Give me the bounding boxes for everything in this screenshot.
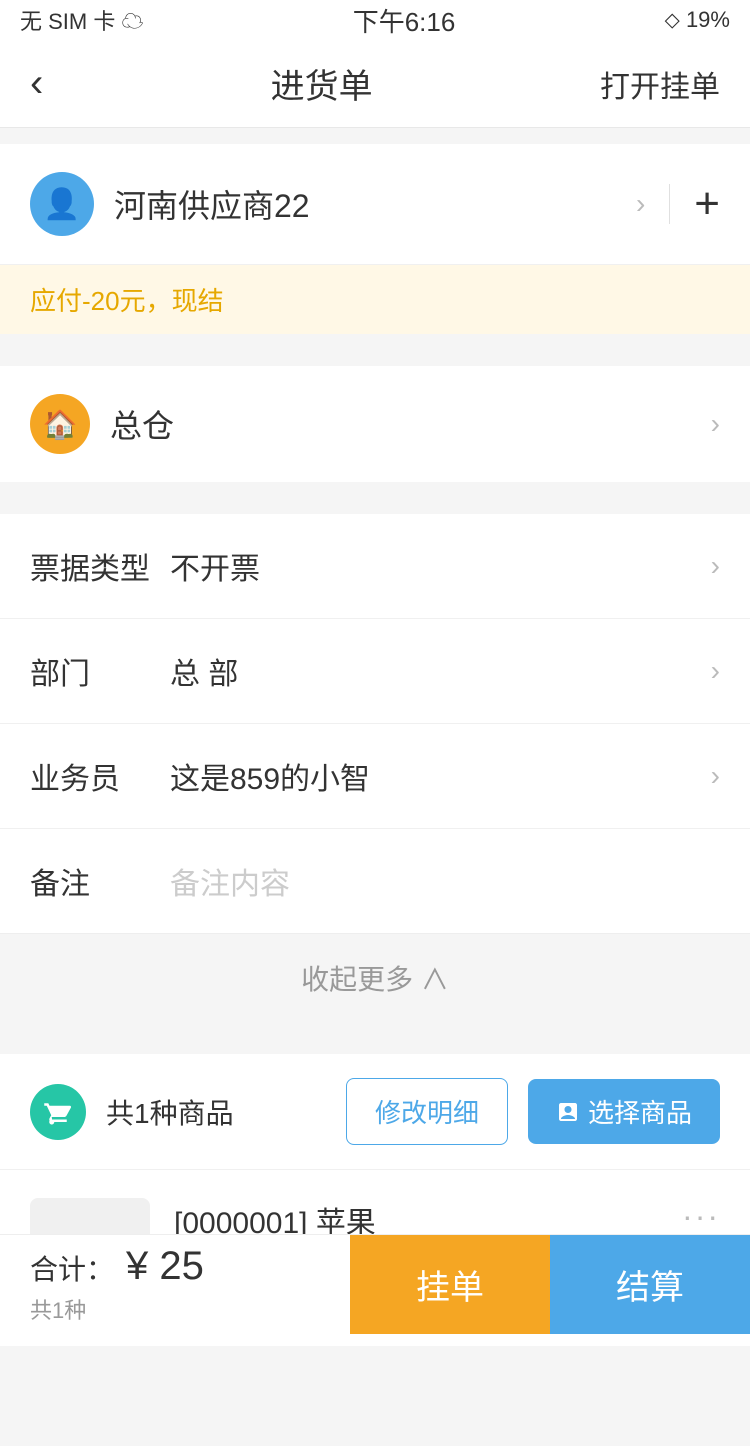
salesperson-value: 这是859的小智: [170, 754, 711, 798]
checkout-button[interactable]: 结算: [550, 1235, 750, 1334]
supplier-actions: › +: [636, 179, 720, 229]
supplier-section: 👤 河南供应商22 › + 应付-20元，现结: [0, 144, 750, 334]
open-pending-button[interactable]: 打开挂单: [600, 62, 720, 106]
supplier-row[interactable]: 👤 河南供应商22 › +: [0, 144, 750, 265]
total-section: 合计： ¥ 25 共1种: [0, 1235, 350, 1334]
department-label: 部门: [30, 649, 170, 693]
remark-label: 备注: [30, 859, 170, 903]
select-icon: [556, 1100, 580, 1124]
chevron-right-icon: ›: [711, 655, 720, 687]
divider: [669, 184, 670, 224]
ticket-type-label: 票据类型: [30, 544, 170, 588]
warehouse-icon: 🏠: [30, 394, 90, 454]
chevron-right-icon: ›: [636, 188, 645, 220]
remark-placeholder: 备注内容: [170, 859, 720, 903]
product-more-button[interactable]: ···: [682, 1198, 720, 1235]
collapse-button[interactable]: 收起更多 ∧: [0, 933, 750, 1022]
carrier-text: 无 SIM 卡 ☁: [20, 4, 143, 36]
select-product-button[interactable]: 选择商品: [528, 1079, 720, 1144]
status-bar: 无 SIM 卡 ☁ 下午6:16 ⬦ 19%: [0, 0, 750, 40]
total-label: 合计： ¥ 25: [30, 1244, 320, 1289]
warning-bar: 应付-20元，现结: [0, 265, 750, 334]
total-label-text: 合计：: [30, 1248, 114, 1288]
back-button[interactable]: ‹: [30, 61, 43, 106]
cart-icon: [43, 1097, 73, 1127]
gap-2: [0, 334, 750, 350]
status-time: 下午6:16: [353, 2, 456, 39]
total-count: 共1种: [30, 1293, 320, 1325]
add-button[interactable]: +: [694, 179, 720, 229]
warehouse-section: 🏠 总仓 ›: [0, 366, 750, 482]
nav-bar: ‹ 进货单 打开挂单: [0, 40, 750, 128]
ticket-type-value: 不开票: [170, 544, 711, 588]
battery-icon: ⬦: [665, 7, 680, 33]
department-value: 总 部: [170, 649, 711, 693]
chevron-right-icon: ›: [711, 550, 720, 582]
edit-detail-button[interactable]: 修改明细: [346, 1078, 508, 1145]
status-left: 无 SIM 卡 ☁: [20, 4, 143, 36]
product-header: 共1种商品 修改明细 选择商品: [0, 1054, 750, 1169]
bottom-bar: 合计： ¥ 25 共1种 挂单 结算: [0, 1234, 750, 1334]
chevron-right-icon: ›: [711, 760, 720, 792]
salesperson-row[interactable]: 业务员 这是859的小智 ›: [0, 724, 750, 829]
warehouse-row[interactable]: 🏠 总仓 ›: [0, 366, 750, 482]
page-title: 进货单: [271, 59, 373, 108]
total-amount: ¥ 25: [126, 1244, 204, 1289]
gap-1: [0, 128, 750, 144]
battery-percent: 19%: [686, 7, 730, 33]
ticket-type-row[interactable]: 票据类型 不开票 ›: [0, 514, 750, 619]
supplier-name: 河南供应商22: [114, 181, 636, 227]
hang-order-button[interactable]: 挂单: [350, 1235, 550, 1334]
product-count-icon: [30, 1084, 86, 1140]
remark-row[interactable]: 备注 备注内容: [0, 829, 750, 933]
department-row[interactable]: 部门 总 部 ›: [0, 619, 750, 724]
chevron-right-icon: ›: [711, 408, 720, 440]
avatar-icon: 👤: [43, 187, 80, 222]
warehouse-name: 总仓: [110, 401, 711, 447]
form-section: 票据类型 不开票 › 部门 总 部 › 业务员 这是859的小智 › 备注 备注…: [0, 514, 750, 933]
select-product-label: 选择商品: [588, 1093, 692, 1130]
product-count-text: 共1种商品: [106, 1092, 326, 1132]
bottom-padding: [0, 1346, 750, 1446]
supplier-avatar: 👤: [30, 172, 94, 236]
gap-4: [0, 1022, 750, 1038]
gap-3: [0, 482, 750, 498]
salesperson-label: 业务员: [30, 754, 170, 798]
status-right: ⬦ 19%: [665, 7, 730, 33]
